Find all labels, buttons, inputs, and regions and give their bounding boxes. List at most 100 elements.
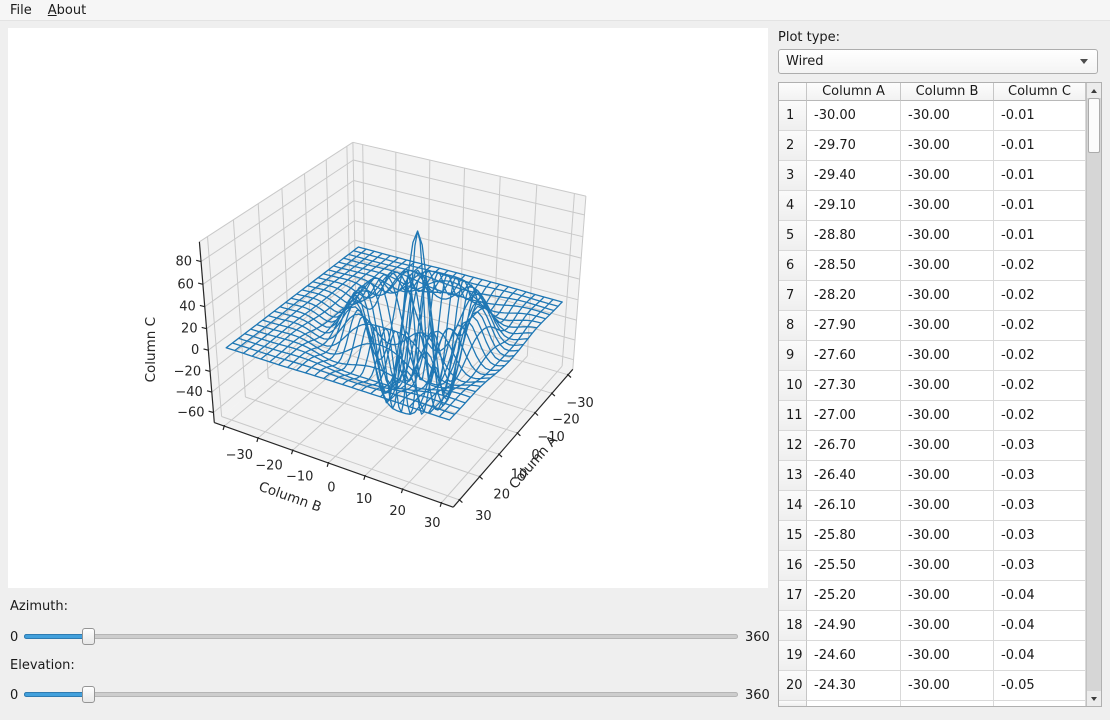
table-row[interactable]: 15-25.80-30.00-0.03	[779, 521, 1101, 551]
cell-column-a[interactable]: -24.90	[807, 611, 901, 641]
cell-column-c[interactable]: -0.05	[994, 671, 1086, 701]
menu-about[interactable]: About	[40, 1, 94, 20]
elevation-slider[interactable]	[24, 686, 738, 703]
row-number[interactable]: 11	[779, 401, 807, 431]
row-number[interactable]: 7	[779, 281, 807, 311]
cell-column-b[interactable]: -30.00	[901, 131, 994, 161]
table-row[interactable]: 8-27.90-30.00-0.02	[779, 311, 1101, 341]
row-number[interactable]: 16	[779, 551, 807, 581]
table-row[interactable]: 6-28.50-30.00-0.02	[779, 251, 1101, 281]
table-row[interactable]: 13-26.40-30.00-0.03	[779, 461, 1101, 491]
row-number[interactable]: 14	[779, 491, 807, 521]
table-row[interactable]: 4-29.10-30.00-0.01	[779, 191, 1101, 221]
table-row[interactable]: 14-26.10-30.00-0.03	[779, 491, 1101, 521]
table-vertical-scrollbar[interactable]	[1086, 83, 1101, 706]
cell-column-a[interactable]: -26.40	[807, 461, 901, 491]
cell-column-c[interactable]: -0.02	[994, 371, 1086, 401]
row-number[interactable]: 8	[779, 311, 807, 341]
column-header-b[interactable]: Column B	[901, 83, 994, 101]
cell-column-b[interactable]: -30.00	[901, 401, 994, 431]
cell-column-b[interactable]: -30.00	[901, 521, 994, 551]
cell-column-b[interactable]: -30.00	[901, 581, 994, 611]
cell-column-a[interactable]: -25.50	[807, 551, 901, 581]
cell-column-c[interactable]: -0.02	[994, 311, 1086, 341]
scrollbar-thumb[interactable]	[1088, 98, 1100, 153]
cell-column-a[interactable]: -27.90	[807, 311, 901, 341]
cell-column-b[interactable]: -30.00	[901, 341, 994, 371]
cell-column-c[interactable]: -0.01	[994, 221, 1086, 251]
row-number[interactable]: 19	[779, 641, 807, 671]
table-row[interactable]: 2-29.70-30.00-0.01	[779, 131, 1101, 161]
table-row[interactable]: 9-27.60-30.00-0.02	[779, 341, 1101, 371]
table-row[interactable]: 18-24.90-30.00-0.04	[779, 611, 1101, 641]
cell-column-b[interactable]: -30.00	[901, 491, 994, 521]
table-row[interactable]: 11-27.00-30.00-0.02	[779, 401, 1101, 431]
cell-column-c[interactable]: -0.04	[994, 641, 1086, 671]
table-row[interactable]: 3-29.40-30.00-0.01	[779, 161, 1101, 191]
row-number[interactable]: 9	[779, 341, 807, 371]
table-row[interactable]: 5-28.80-30.00-0.01	[779, 221, 1101, 251]
cell-column-a[interactable]: -30.00	[807, 101, 901, 131]
table-row[interactable]: 20-24.30-30.00-0.05	[779, 671, 1101, 701]
cell-column-a[interactable]: -29.10	[807, 191, 901, 221]
cell-column-c[interactable]: -0.03	[994, 431, 1086, 461]
cell-column-b[interactable]: -30.00	[901, 671, 994, 701]
cell-column-a[interactable]: -25.20	[807, 581, 901, 611]
row-number[interactable]: 2	[779, 131, 807, 161]
cell-column-b[interactable]: -30.00	[901, 311, 994, 341]
plot-type-select[interactable]: Wired	[778, 49, 1098, 74]
cell-column-c[interactable]: -0.02	[994, 281, 1086, 311]
table-row[interactable]: 1-30.00-30.00-0.01	[779, 101, 1101, 131]
azimuth-slider-handle[interactable]	[82, 628, 95, 645]
cell-column-c[interactable]: -0.01	[994, 161, 1086, 191]
scroll-up-button[interactable]	[1087, 83, 1101, 98]
cell-column-c[interactable]: -0.03	[994, 491, 1086, 521]
column-header-a[interactable]: Column A	[807, 83, 901, 101]
row-number[interactable]: 6	[779, 251, 807, 281]
column-header-c[interactable]: Column C	[994, 83, 1086, 101]
cell-column-b[interactable]: -30.00	[901, 191, 994, 221]
cell-column-a[interactable]: -29.70	[807, 131, 901, 161]
cell-column-b[interactable]: -30.00	[901, 221, 994, 251]
row-number[interactable]: 10	[779, 371, 807, 401]
cell-column-a[interactable]: -25.80	[807, 521, 901, 551]
cell-column-b[interactable]: -30.00	[901, 641, 994, 671]
cell-column-a[interactable]: -27.60	[807, 341, 901, 371]
cell-column-a[interactable]: -27.00	[807, 401, 901, 431]
cell-column-a[interactable]: -28.20	[807, 281, 901, 311]
cell-column-c[interactable]: -0.02	[994, 401, 1086, 431]
row-number[interactable]: 1	[779, 101, 807, 131]
table-row[interactable]: 12-26.70-30.00-0.03	[779, 431, 1101, 461]
cell-column-b[interactable]: -30.00	[901, 281, 994, 311]
cell-column-b[interactable]: -30.00	[901, 251, 994, 281]
cell-column-b[interactable]: -30.00	[901, 101, 994, 131]
cell-column-c[interactable]: -0.03	[994, 521, 1086, 551]
scroll-down-button[interactable]	[1087, 691, 1101, 706]
table-row[interactable]: 17-25.20-30.00-0.04	[779, 581, 1101, 611]
row-number[interactable]: 15	[779, 521, 807, 551]
table-row[interactable]: 7-28.20-30.00-0.02	[779, 281, 1101, 311]
cell-column-b[interactable]: -30.00	[901, 431, 994, 461]
cell-column-a[interactable]: -26.70	[807, 431, 901, 461]
cell-column-c[interactable]: -0.02	[994, 251, 1086, 281]
cell-column-a[interactable]: -28.80	[807, 221, 901, 251]
row-number[interactable]: 13	[779, 461, 807, 491]
row-number[interactable]: 3	[779, 161, 807, 191]
cell-column-c[interactable]: -0.01	[994, 131, 1086, 161]
cell-column-b[interactable]: -30.00	[901, 461, 994, 491]
cell-column-a[interactable]: -29.40	[807, 161, 901, 191]
table-row[interactable]: 19-24.60-30.00-0.04	[779, 641, 1101, 671]
cell-column-c[interactable]: -0.04	[994, 581, 1086, 611]
cell-column-b[interactable]: -30.00	[901, 161, 994, 191]
cell-column-a[interactable]: -28.50	[807, 251, 901, 281]
cell-column-b[interactable]: -30.00	[901, 551, 994, 581]
azimuth-slider[interactable]	[24, 628, 738, 645]
row-number[interactable]: 20	[779, 671, 807, 701]
cell-column-b[interactable]: -30.00	[901, 611, 994, 641]
cell-column-b[interactable]: -30.00	[901, 371, 994, 401]
cell-column-a[interactable]: -24.60	[807, 641, 901, 671]
row-number[interactable]: 4	[779, 191, 807, 221]
cell-column-c[interactable]: -0.01	[994, 101, 1086, 131]
row-number[interactable]: 17	[779, 581, 807, 611]
row-number[interactable]: 5	[779, 221, 807, 251]
